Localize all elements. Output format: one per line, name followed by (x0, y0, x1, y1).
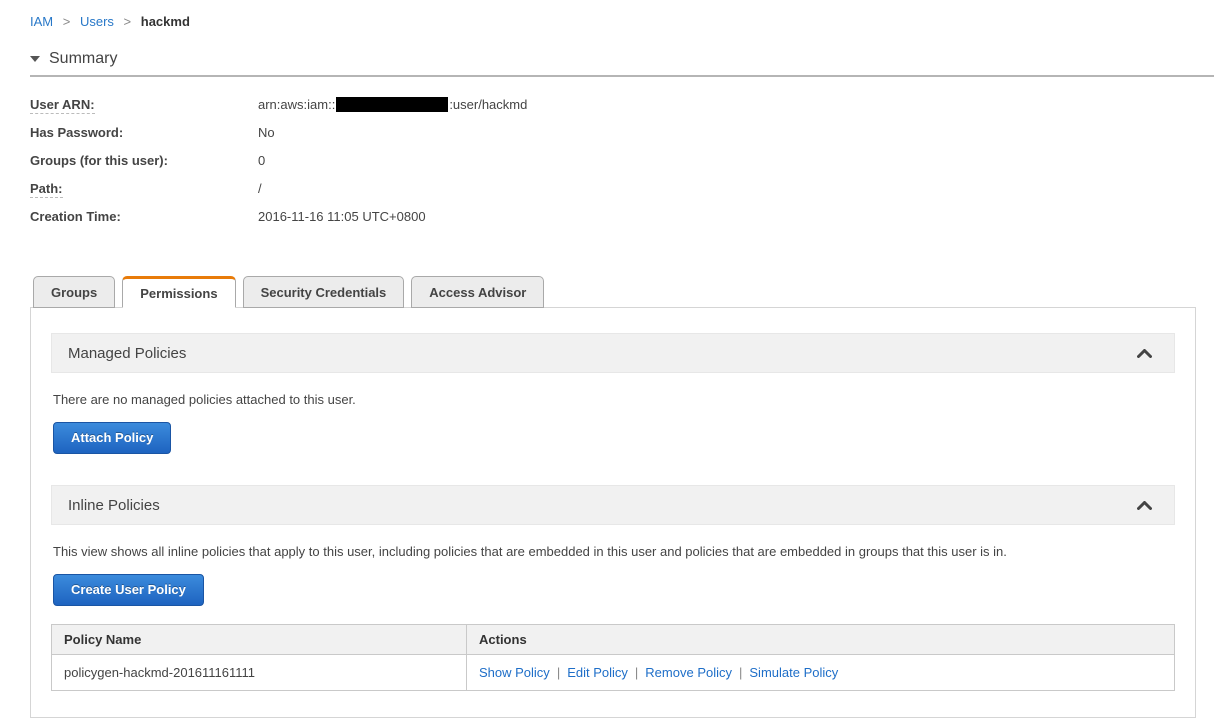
managed-policies-header: Managed Policies (51, 333, 1175, 373)
breadcrumb-separator: > (123, 14, 132, 29)
policy-name-column-header: Policy Name (51, 624, 467, 655)
summary-section-header[interactable]: Summary (30, 50, 1214, 68)
field-row-user-arn: User ARN: arn:aws:iam:::user/hackmd (30, 90, 1214, 118)
simulate-policy-link[interactable]: Simulate Policy (749, 665, 838, 680)
inline-policies-title: Inline Policies (68, 496, 160, 514)
breadcrumb-separator: > (62, 14, 71, 29)
field-row-groups: Groups (for this user): 0 (30, 146, 1214, 174)
table-header-row: Policy Name Actions (51, 624, 1175, 655)
tab-groups[interactable]: Groups (33, 276, 116, 308)
caret-down-icon (30, 56, 40, 62)
groups-value: 0 (258, 152, 266, 168)
breadcrumb-link-iam[interactable]: IAM (30, 14, 53, 29)
user-arn-value: arn:aws:iam:::user/hackmd (258, 96, 528, 112)
summary-title: Summary (49, 50, 118, 67)
breadcrumb-link-users[interactable]: Users (80, 14, 114, 29)
attach-policy-button[interactable]: Attach Policy (53, 422, 172, 454)
field-row-path: Path: / (30, 174, 1214, 202)
table-row: policygen-hackmd-201611161111 Show Polic… (51, 654, 1175, 691)
inline-policies-description: This view shows all inline policies that… (53, 544, 1007, 559)
chevron-up-icon (1137, 348, 1152, 358)
action-separator: | (739, 665, 743, 680)
chevron-up-icon (1137, 500, 1152, 510)
inline-policies-header: Inline Policies (51, 485, 1175, 525)
summary-divider (30, 75, 1214, 77)
has-password-label: Has Password: (30, 124, 124, 140)
creation-time-label: Creation Time: (30, 208, 121, 224)
user-arn-label: User ARN: (30, 96, 95, 114)
managed-policies-title: Managed Policies (68, 344, 187, 362)
summary-fields: User ARN: arn:aws:iam:::user/hackmd Has … (30, 90, 1214, 230)
managed-policies-collapse-button[interactable] (1137, 348, 1152, 358)
field-row-creation-time: Creation Time: 2016-11-16 11:05 UTC+0800 (30, 202, 1214, 230)
groups-label: Groups (for this user): (30, 152, 168, 168)
show-policy-link[interactable]: Show Policy (479, 665, 550, 680)
breadcrumb: IAM > Users > hackmd (30, 14, 1214, 29)
tab-security-credentials[interactable]: Security Credentials (242, 276, 405, 308)
edit-policy-link[interactable]: Edit Policy (567, 665, 628, 680)
actions-column-header: Actions (466, 624, 1175, 655)
inline-policies-table: Policy Name Actions policygen-hackmd-201… (51, 624, 1175, 691)
creation-time-value: 2016-11-16 11:05 UTC+0800 (258, 208, 426, 224)
remove-policy-link[interactable]: Remove Policy (645, 665, 732, 680)
tab-permissions[interactable]: Permissions (122, 276, 236, 308)
path-value: / (258, 180, 262, 196)
breadcrumb-current-user: hackmd (140, 14, 190, 29)
tab-strip: Groups Permissions Security Credentials … (33, 276, 1214, 308)
create-user-policy-button[interactable]: Create User Policy (53, 574, 204, 606)
path-label: Path: (30, 180, 63, 198)
action-separator: | (634, 665, 639, 680)
field-row-has-password: Has Password: No (30, 118, 1214, 146)
actions-cell: Show Policy | Edit Policy | Remove Policy | Si… (466, 654, 1175, 691)
action-separator: | (556, 665, 561, 680)
managed-policies-empty-text: There are no managed policies attached t… (53, 392, 356, 407)
redacted-account-id (336, 96, 449, 112)
policy-name-cell: policygen-hackmd-201611161111 (51, 654, 467, 691)
permissions-tab-panel: Managed Policies There are no managed po… (30, 307, 1196, 718)
tab-access-advisor[interactable]: Access Advisor (411, 276, 545, 308)
inline-policies-collapse-button[interactable] (1137, 500, 1152, 510)
has-password-value: No (258, 124, 275, 140)
